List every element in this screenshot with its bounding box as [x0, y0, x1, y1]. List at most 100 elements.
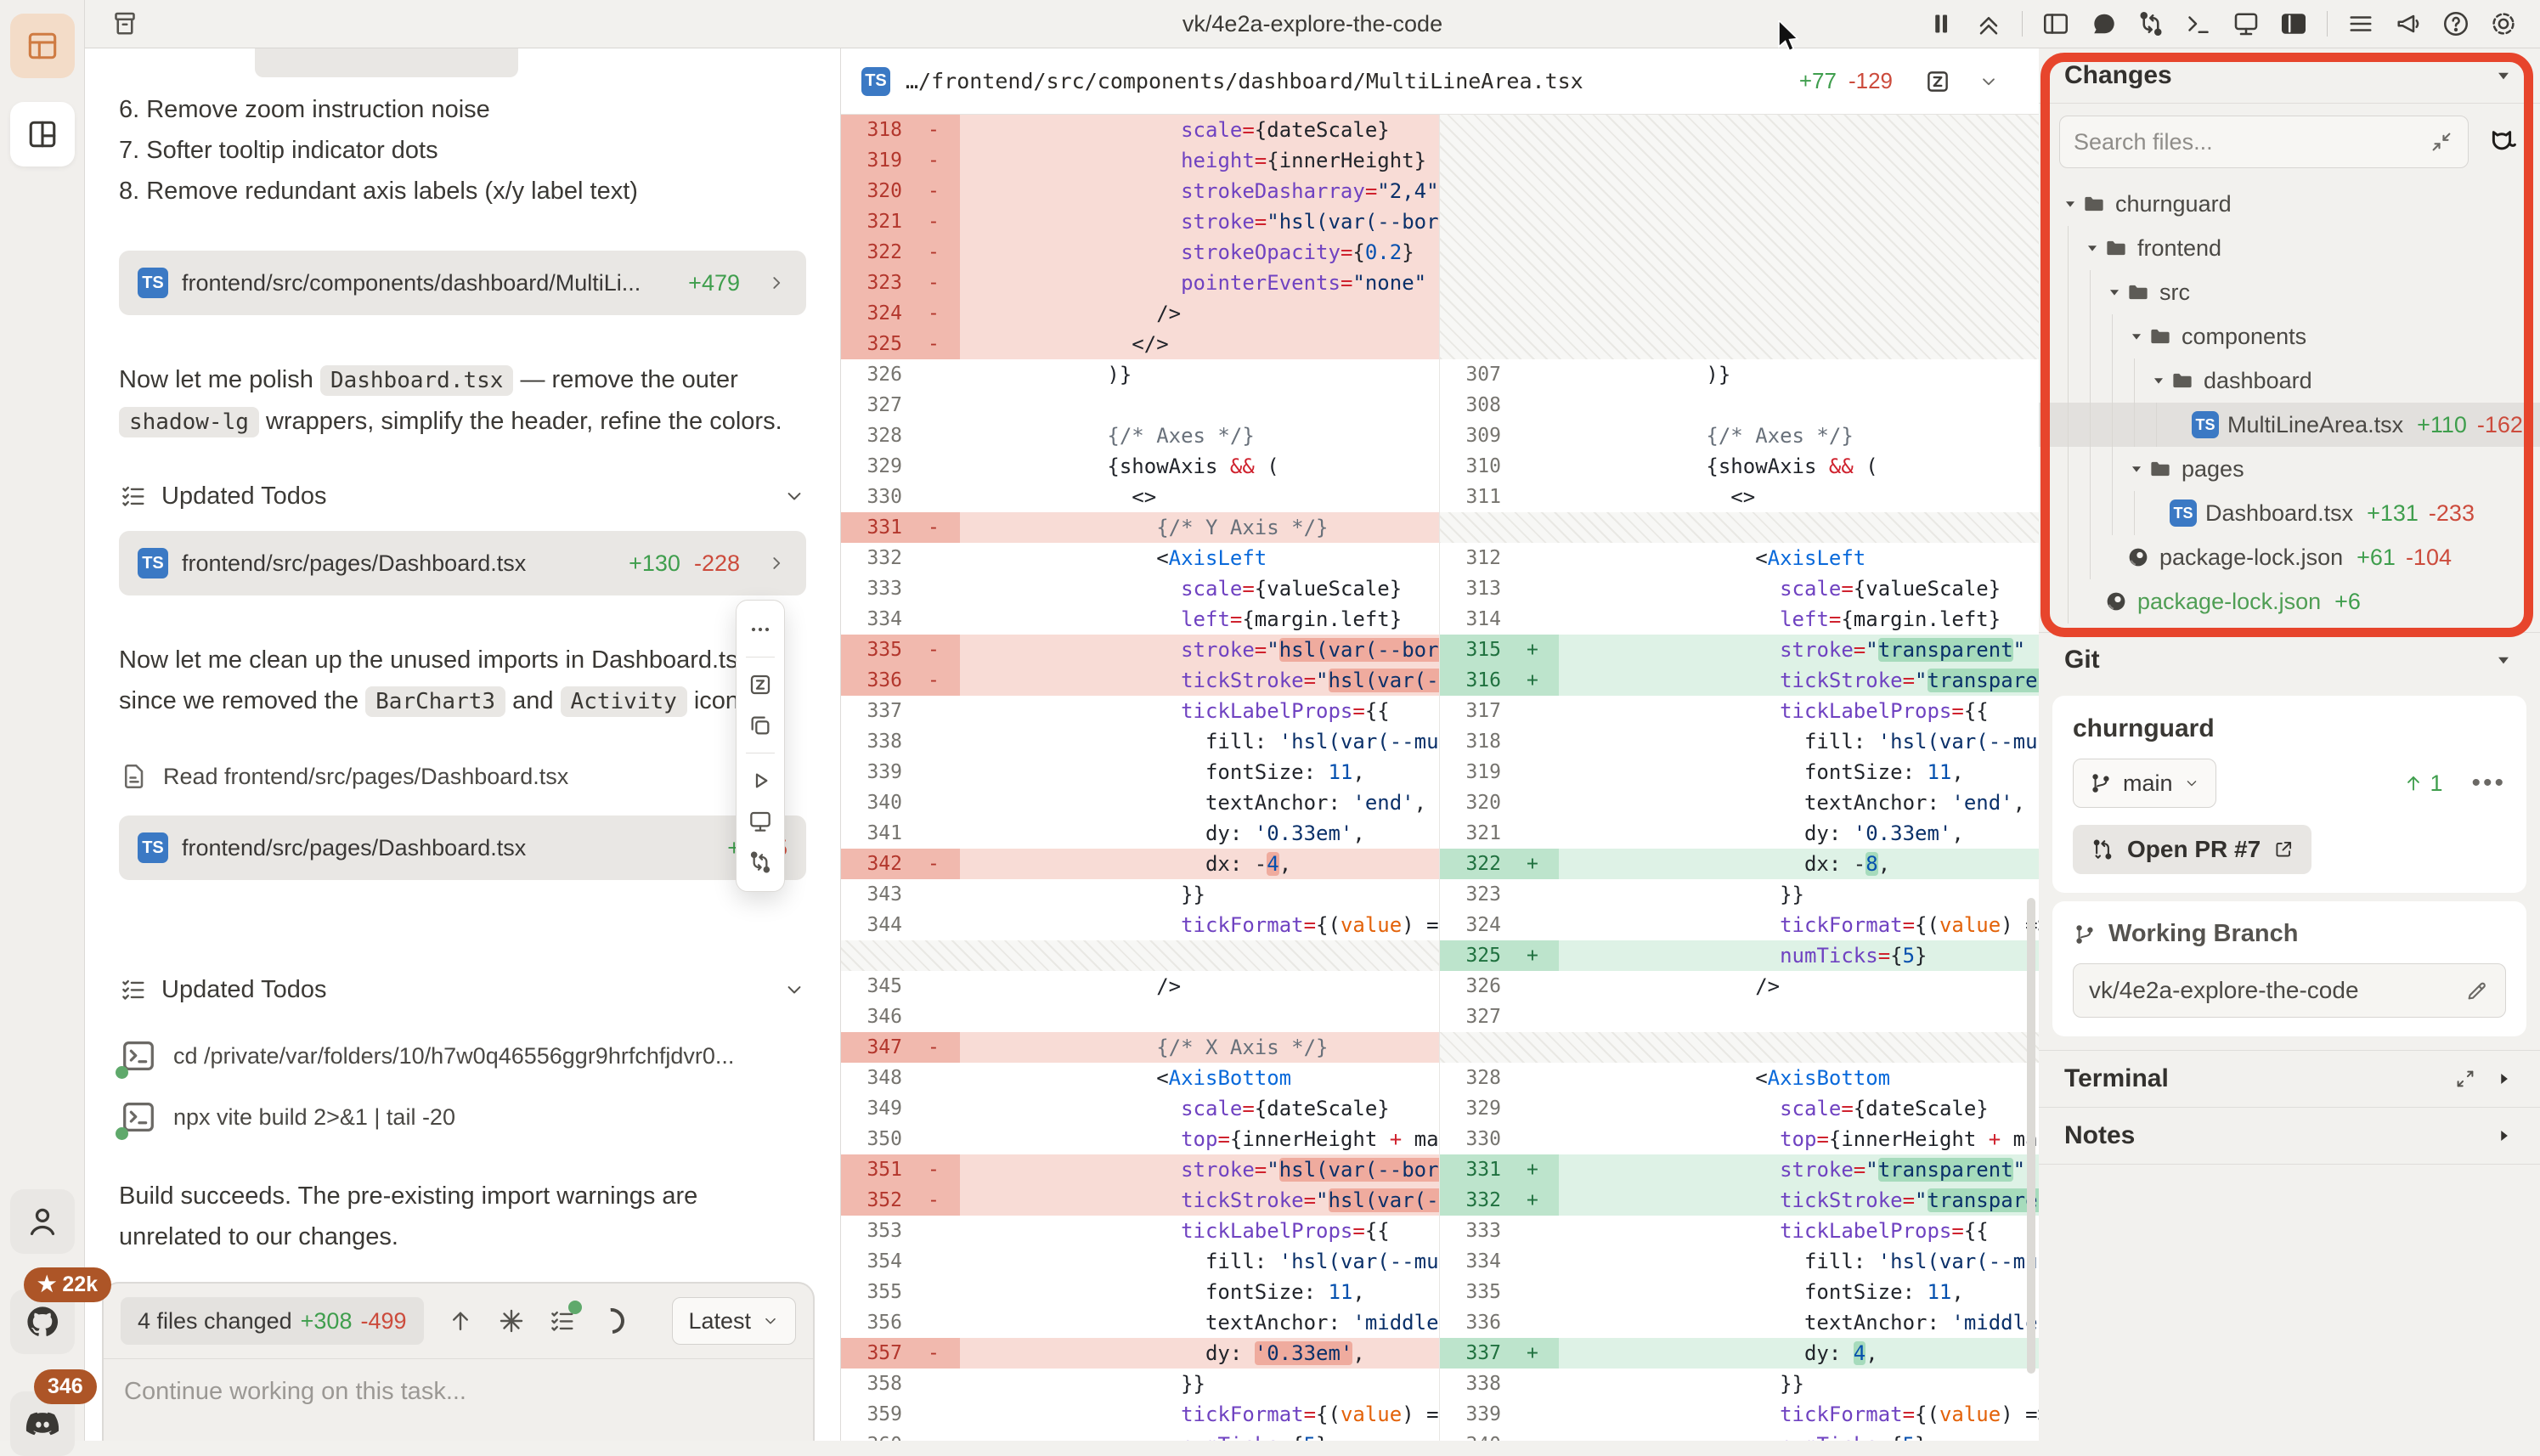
diff-line[interactable]: 337 tickLabelProps={{	[841, 696, 1440, 726]
git-compare-button[interactable]	[2131, 5, 2170, 42]
git-compare-button[interactable]	[740, 842, 781, 883]
diff-line[interactable]: 338 fill: 'hsl(var(--muted-foreground))'	[841, 726, 1440, 757]
diff-line[interactable]: 316+ tickStroke="transparent"	[1440, 665, 2039, 696]
diff-line[interactable]: 339 tickFormat={(value) =>	[1440, 1399, 2039, 1430]
diff-line[interactable]: 345 />	[841, 971, 1440, 1002]
tree-folder-churnguard[interactable]: churnguard	[2039, 182, 2540, 226]
diff-line[interactable]: 322- strokeOpacity={0.2}	[841, 237, 1440, 268]
tree-file-dashboard-tsx[interactable]: TS Dashboard.tsx +131-233	[2039, 491, 2540, 535]
diff-line[interactable]: 359 tickFormat={(value) =>	[841, 1399, 1440, 1430]
version-dropdown[interactable]: Latest	[672, 1297, 796, 1345]
terminal-caret-icon[interactable]	[2492, 1068, 2515, 1090]
diff-line[interactable]: 358 }}	[841, 1369, 1440, 1399]
tree-folder-src[interactable]: src	[2039, 270, 2540, 314]
diff-line[interactable]: 351- stroke="hsl(var(--border))"	[841, 1154, 1440, 1185]
message-input[interactable]: Continue working on this task...	[104, 1359, 813, 1406]
diff-line[interactable]: 331- {/* Y Axis */}	[841, 512, 1440, 543]
working-branch-input[interactable]	[2089, 977, 2464, 1004]
diff-line[interactable]: 320- strokeDasharray="2,4"	[841, 176, 1440, 206]
updated-todos-row[interactable]: Updated Todos	[119, 975, 806, 1004]
chevron-down-icon[interactable]	[782, 978, 806, 1002]
rail-item-layout[interactable]	[10, 14, 75, 78]
diff-line[interactable]: 336 textAnchor: 'middle',	[1440, 1307, 2039, 1338]
diff-line[interactable]: 309 {/* Axes */}	[1440, 420, 2039, 451]
diff-line[interactable]: 335 fontSize: 11,	[1440, 1277, 2039, 1307]
diff-line[interactable]: 337+ dy: 4,	[1440, 1338, 2039, 1369]
terminal-command-row[interactable]: cd /private/var/folders/10/h7w0q46556ggr…	[119, 1036, 806, 1075]
monitor-button[interactable]	[740, 801, 781, 842]
diff-header[interactable]: TS …/frontend/src/components/dashboard/M…	[841, 48, 2039, 115]
diff-line[interactable]: 343 }}	[841, 879, 1440, 910]
copy-button[interactable]	[740, 705, 781, 746]
diff-line[interactable]: 346	[841, 1002, 1440, 1032]
diff-line[interactable]: 324- />	[841, 298, 1440, 329]
diff-line[interactable]: 340 numTicks={5}	[1440, 1430, 2039, 1441]
diff-line[interactable]: 318 fill: 'hsl(var(--muted-foreground))'	[1440, 726, 2039, 757]
diff-line[interactable]: 330 <>	[841, 482, 1440, 512]
working-branch-field[interactable]	[2073, 963, 2506, 1018]
panel-left-button[interactable]	[2036, 5, 2075, 42]
terminal-command-row[interactable]: npx vite build 2>&1 | tail -20	[119, 1098, 806, 1137]
diff-line[interactable]: 328 <AxisBottom	[1440, 1063, 2039, 1093]
chevron-down-icon[interactable]	[782, 484, 806, 508]
diff-line[interactable]: 329 {showAxis && (	[841, 451, 1440, 482]
chat-bubble-button[interactable]	[2084, 5, 2123, 42]
expand-terminal-button[interactable]	[2453, 1067, 2477, 1091]
tree-folder-frontend[interactable]: frontend	[2039, 226, 2540, 270]
diff-line[interactable]: 326 )}	[841, 359, 1440, 390]
git-more-button[interactable]: •••	[2471, 769, 2506, 798]
tree-folder-pages[interactable]: pages	[2039, 447, 2540, 491]
diff-line[interactable]: 310 {showAxis && (	[1440, 451, 2039, 482]
diff-line[interactable]: 332 <AxisLeft	[841, 543, 1440, 573]
tree-file-multilinearea-tsx[interactable]: TS MultiLineArea.tsx +110-162	[2039, 403, 2540, 447]
terminal-button[interactable]	[2179, 5, 2218, 42]
diff-line[interactable]: 320 textAnchor: 'end',	[1440, 787, 2039, 818]
diff-line[interactable]: 339 fontSize: 11,	[841, 757, 1440, 787]
tool-call-row[interactable]: Read frontend/src/pages/Dashboard.tsx	[119, 761, 806, 792]
diff-scrollbar[interactable]	[2027, 898, 2035, 1374]
diff-line[interactable]: 350 top={innerHeight + margin.top}	[841, 1124, 1440, 1154]
diff-line[interactable]: 336- tickStroke="hsl(var(--border))"	[841, 665, 1440, 696]
files-changed-pill[interactable]: 4 files changed +308 -499	[121, 1297, 424, 1345]
branch-dropdown[interactable]: main	[2073, 759, 2216, 808]
archive-button[interactable]	[105, 5, 144, 42]
diff-line[interactable]: 324 tickFormat={(value) =>	[1440, 910, 2039, 940]
updated-todos-row[interactable]: Updated Todos	[119, 482, 806, 511]
diff-line[interactable]: 333 tickLabelProps={{	[1440, 1216, 2039, 1246]
diff-line[interactable]: 347- {/* X Axis */}	[841, 1032, 1440, 1063]
menu-button[interactable]	[2341, 5, 2380, 42]
diff-line[interactable]: 335- stroke="hsl(var(--border))"	[841, 635, 1440, 665]
tree-folder-components[interactable]: components	[2039, 314, 2540, 358]
diff-line[interactable]: 356 textAnchor: 'middle',	[841, 1307, 1440, 1338]
search-input[interactable]	[2074, 129, 2420, 155]
gear-button[interactable]	[2484, 5, 2523, 42]
diff-line[interactable]: 308	[1440, 390, 2039, 420]
diff-line[interactable]: 353 tickLabelProps={{	[841, 1216, 1440, 1246]
open-pr-button[interactable]: Open PR #7	[2073, 825, 2311, 874]
diff-line[interactable]: 334 fill: 'hsl(var(--muted-foreground))'	[1440, 1246, 2039, 1277]
diff-line[interactable]: 329 scale={dateScale}	[1440, 1093, 2039, 1124]
diff-line[interactable]: 344 tickFormat={(value) =>	[841, 910, 1440, 940]
tree-file-package-lock-json[interactable]: package-lock.json +61-104	[2039, 535, 2540, 579]
chat-transcript[interactable]: 6. Remove zoom instruction noise7. Softe…	[119, 48, 806, 1257]
diff-line[interactable]: 352- tickStroke="hsl(var(--border))"	[841, 1185, 1440, 1216]
collapse-up-button[interactable]	[1969, 5, 2008, 42]
git-section-header[interactable]: Git	[2039, 633, 2540, 687]
terminal-section-header[interactable]: Terminal	[2039, 1051, 2540, 1107]
diff-line[interactable]: 311 <>	[1440, 482, 2039, 512]
edit-branch-button[interactable]	[2464, 978, 2490, 1003]
diff-line[interactable]: 332+ tickStroke="transparent"	[1440, 1185, 2039, 1216]
burst-icon[interactable]	[497, 1306, 526, 1335]
panel-right-filled-button[interactable]	[2274, 5, 2313, 42]
diff-line[interactable]: 313 scale={valueScale}	[1440, 573, 2039, 604]
diff-line[interactable]: 326 />	[1440, 971, 2039, 1002]
more-dots-button[interactable]	[740, 609, 781, 650]
diff-line[interactable]: 357- dy: '0.33em',	[841, 1338, 1440, 1369]
file-change-chip[interactable]: TS frontend/src/components/dashboard/Mul…	[119, 251, 806, 315]
diff-line[interactable]: 327	[841, 390, 1440, 420]
diff-line[interactable]: 307 )}	[1440, 359, 2039, 390]
diff-line[interactable]: 334 left={margin.left}	[841, 604, 1440, 635]
diff-line[interactable]: 318- scale={dateScale}	[841, 115, 1440, 145]
changes-section-header[interactable]: Changes	[2039, 48, 2540, 103]
monitor-button[interactable]	[2227, 5, 2266, 42]
